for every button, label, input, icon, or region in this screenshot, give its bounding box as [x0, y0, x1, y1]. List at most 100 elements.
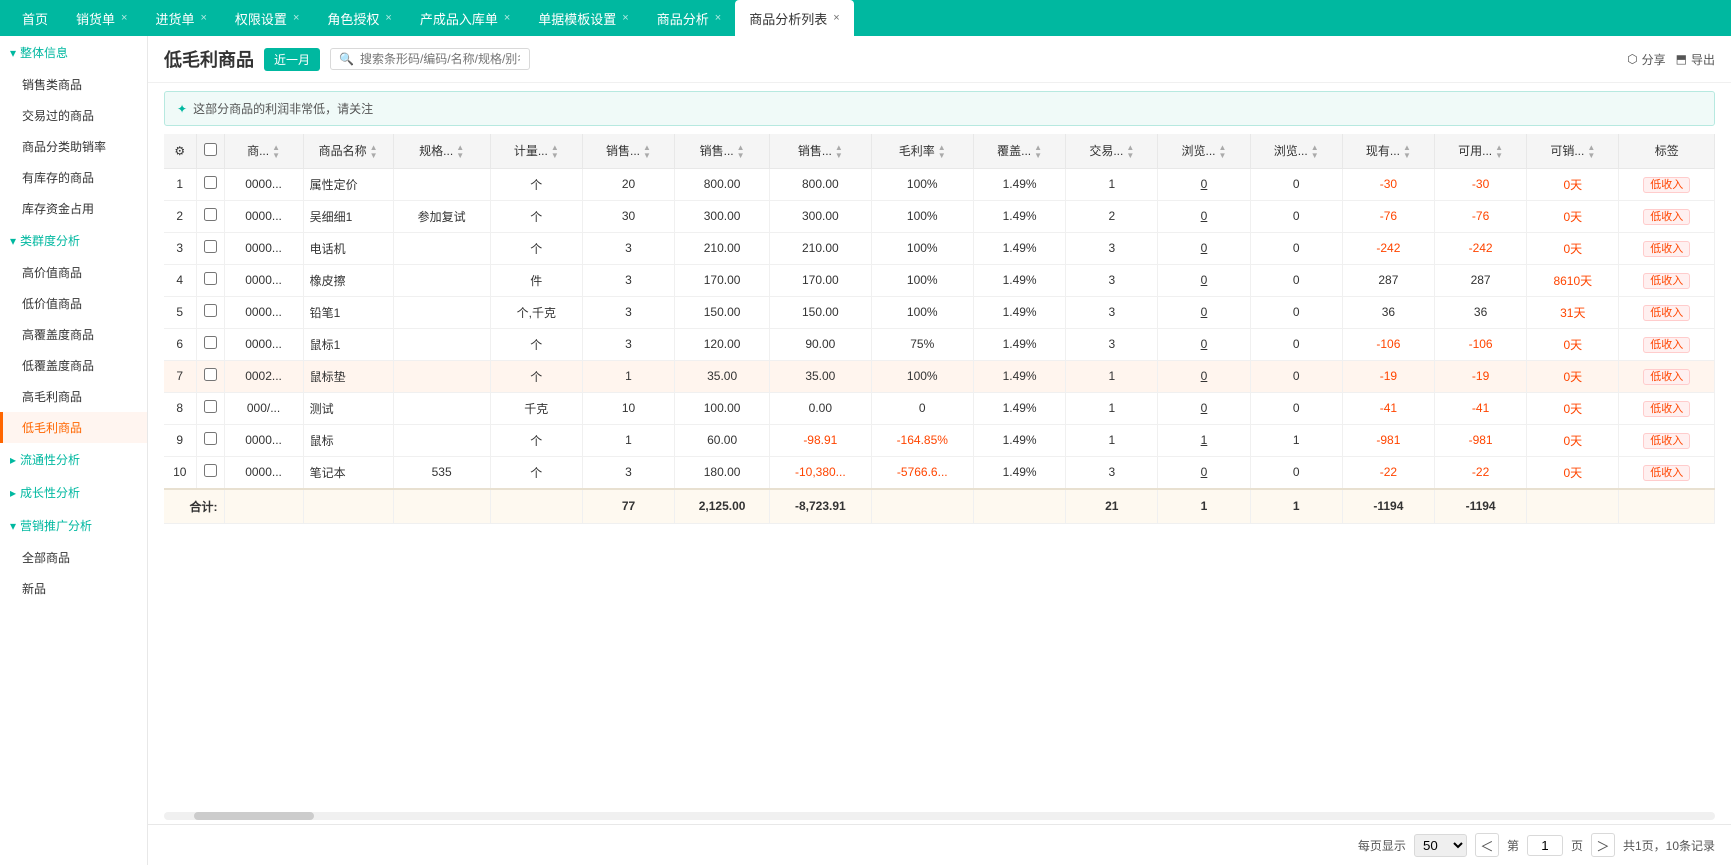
sidebar-item-all-goods[interactable]: 全部商品	[0, 542, 147, 573]
row-sales-qty: 3	[582, 264, 674, 296]
col-current-stock-header[interactable]: 现有...▲▼	[1342, 134, 1434, 168]
nav-sales[interactable]: 销货单 ×	[62, 0, 141, 36]
scrollbar-thumb[interactable]	[194, 812, 314, 820]
nav-product-entry-close[interactable]: ×	[504, 12, 510, 24]
nav-home[interactable]: 首页	[8, 0, 62, 36]
row-select-checkbox[interactable]	[204, 368, 217, 381]
nav-role[interactable]: 角色授权 ×	[313, 0, 405, 36]
row-select-checkbox[interactable]	[204, 432, 217, 445]
next-page-button[interactable]: ＞	[1591, 833, 1615, 857]
nav-product-analysis[interactable]: 商品分析 ×	[643, 0, 735, 36]
row-select-checkbox[interactable]	[204, 240, 217, 253]
sidebar-item-category-rate[interactable]: 商品分类助销率	[0, 131, 147, 162]
nav-template-close[interactable]: ×	[622, 12, 628, 24]
export-button[interactable]: ⬒ 导出	[1676, 51, 1715, 68]
row-select-checkbox[interactable]	[204, 272, 217, 285]
nav-product-analysis-list[interactable]: 商品分析列表 ×	[735, 0, 853, 36]
col-browse2-header[interactable]: 浏览...▲▼	[1250, 134, 1342, 168]
row-browse1: 0	[1158, 392, 1250, 424]
sidebar-item-high-margin[interactable]: 高毛利商品	[0, 381, 147, 412]
row-checkbox[interactable]	[196, 296, 224, 328]
col-sales-price-header[interactable]: 销售...▲▼	[675, 134, 770, 168]
nav-permission-close[interactable]: ×	[293, 12, 299, 24]
select-all-checkbox[interactable]	[204, 143, 217, 156]
row-name: 铅笔1	[303, 296, 393, 328]
sidebar-item-inventory-capital[interactable]: 库存资金占用	[0, 193, 147, 224]
col-spec-header[interactable]: 规格...▲▼	[393, 134, 490, 168]
search-box[interactable]: 🔍	[330, 48, 530, 70]
nav-permission[interactable]: 权限设置 ×	[221, 0, 313, 36]
col-available-header[interactable]: 可用...▲▼	[1435, 134, 1527, 168]
page-number-input[interactable]	[1527, 835, 1563, 856]
time-filter-button[interactable]: 近一月	[264, 48, 320, 71]
row-select-checkbox[interactable]	[204, 464, 217, 477]
sidebar-group-overview[interactable]: ▾ 整体信息	[0, 36, 147, 69]
row-checkbox[interactable]	[196, 392, 224, 424]
sidebar-item-traded-goods[interactable]: 交易过的商品	[0, 100, 147, 131]
chevron-down-icon: ▾	[10, 519, 16, 533]
row-saleable: 0天	[1527, 200, 1619, 232]
sidebar-item-stocked-goods[interactable]: 有库存的商品	[0, 162, 147, 193]
row-checkbox[interactable]	[196, 232, 224, 264]
search-input[interactable]	[360, 52, 520, 66]
row-checkbox[interactable]	[196, 456, 224, 489]
sidebar-item-high-coverage[interactable]: 高覆盖度商品	[0, 319, 147, 350]
col-trade-count-header[interactable]: 交易...▲▼	[1066, 134, 1158, 168]
row-sales-price: 800.00	[675, 168, 770, 200]
row-sales-qty: 10	[582, 392, 674, 424]
row-checkbox[interactable]	[196, 360, 224, 392]
nav-product-entry[interactable]: 产成品入库单 ×	[406, 0, 524, 36]
col-unit-header[interactable]: 计量...▲▼	[490, 134, 582, 168]
row-current-stock: -30	[1342, 168, 1434, 200]
row-checkbox[interactable]	[196, 424, 224, 456]
horizontal-scrollbar[interactable]	[164, 812, 1715, 820]
sidebar-item-low-value[interactable]: 低价值商品	[0, 288, 147, 319]
sidebar-group-growth[interactable]: ▸ 成长性分析	[0, 476, 147, 509]
row-sales-price: 300.00	[675, 200, 770, 232]
col-settings-header[interactable]: ⚙	[164, 134, 196, 168]
nav-product-analysis-list-close[interactable]: ×	[833, 12, 839, 24]
col-gross-rate-header[interactable]: 毛利率▲▼	[871, 134, 973, 168]
nav-role-close[interactable]: ×	[385, 12, 391, 24]
row-select-checkbox[interactable]	[204, 400, 217, 413]
page-size-select[interactable]: 50 100 200	[1414, 834, 1467, 857]
sidebar-group-cluster[interactable]: ▾ 类群度分析	[0, 224, 147, 257]
col-name-header[interactable]: 商品名称▲▼	[303, 134, 393, 168]
row-select-checkbox[interactable]	[204, 336, 217, 349]
sidebar-item-low-coverage[interactable]: 低覆盖度商品	[0, 350, 147, 381]
row-checkbox[interactable]	[196, 264, 224, 296]
table-row: 6 0000... 鼠标1 个 3 120.00 90.00 75% 1.49%…	[164, 328, 1715, 360]
col-checkbox-header[interactable]	[196, 134, 224, 168]
row-select-checkbox[interactable]	[204, 176, 217, 189]
prev-page-button[interactable]: ＜	[1475, 833, 1499, 857]
share-button[interactable]: ⬡ 分享	[1627, 51, 1666, 68]
total-saleable	[1527, 489, 1619, 524]
row-checkbox[interactable]	[196, 328, 224, 360]
col-browse1-header[interactable]: 浏览...▲▼	[1158, 134, 1250, 168]
col-sales-qty-header[interactable]: 销售...▲▼	[582, 134, 674, 168]
row-current-stock: 287	[1342, 264, 1434, 296]
sidebar-item-new-goods[interactable]: 新品	[0, 573, 147, 604]
nav-purchase[interactable]: 进货单 ×	[141, 0, 220, 36]
col-code-header[interactable]: 商...▲▼	[224, 134, 303, 168]
row-select-checkbox[interactable]	[204, 208, 217, 221]
sidebar-item-low-margin[interactable]: 低毛利商品	[0, 412, 147, 443]
col-saleable-header[interactable]: 可销...▲▼	[1527, 134, 1619, 168]
nav-sales-close[interactable]: ×	[121, 12, 127, 24]
nav-product-analysis-close[interactable]: ×	[715, 12, 721, 24]
row-checkbox[interactable]	[196, 200, 224, 232]
nav-purchase-close[interactable]: ×	[200, 12, 206, 24]
sidebar-item-high-value[interactable]: 高价值商品	[0, 257, 147, 288]
sidebar-group-flow[interactable]: ▸ 流通性分析	[0, 443, 147, 476]
row-select-checkbox[interactable]	[204, 304, 217, 317]
col-cover-rate-header[interactable]: 覆盖...▲▼	[973, 134, 1065, 168]
sidebar-item-sales-goods[interactable]: 销售类商品	[0, 69, 147, 100]
col-sales-amount-header[interactable]: 销售...▲▼	[770, 134, 871, 168]
nav-template[interactable]: 单据模板设置 ×	[524, 0, 642, 36]
row-checkbox[interactable]	[196, 168, 224, 200]
row-available: -19	[1435, 360, 1527, 392]
row-sales-amount: 210.00	[770, 232, 871, 264]
row-available: -22	[1435, 456, 1527, 489]
sidebar-group-marketing[interactable]: ▾ 营销推广分析	[0, 509, 147, 542]
row-current-stock: -19	[1342, 360, 1434, 392]
